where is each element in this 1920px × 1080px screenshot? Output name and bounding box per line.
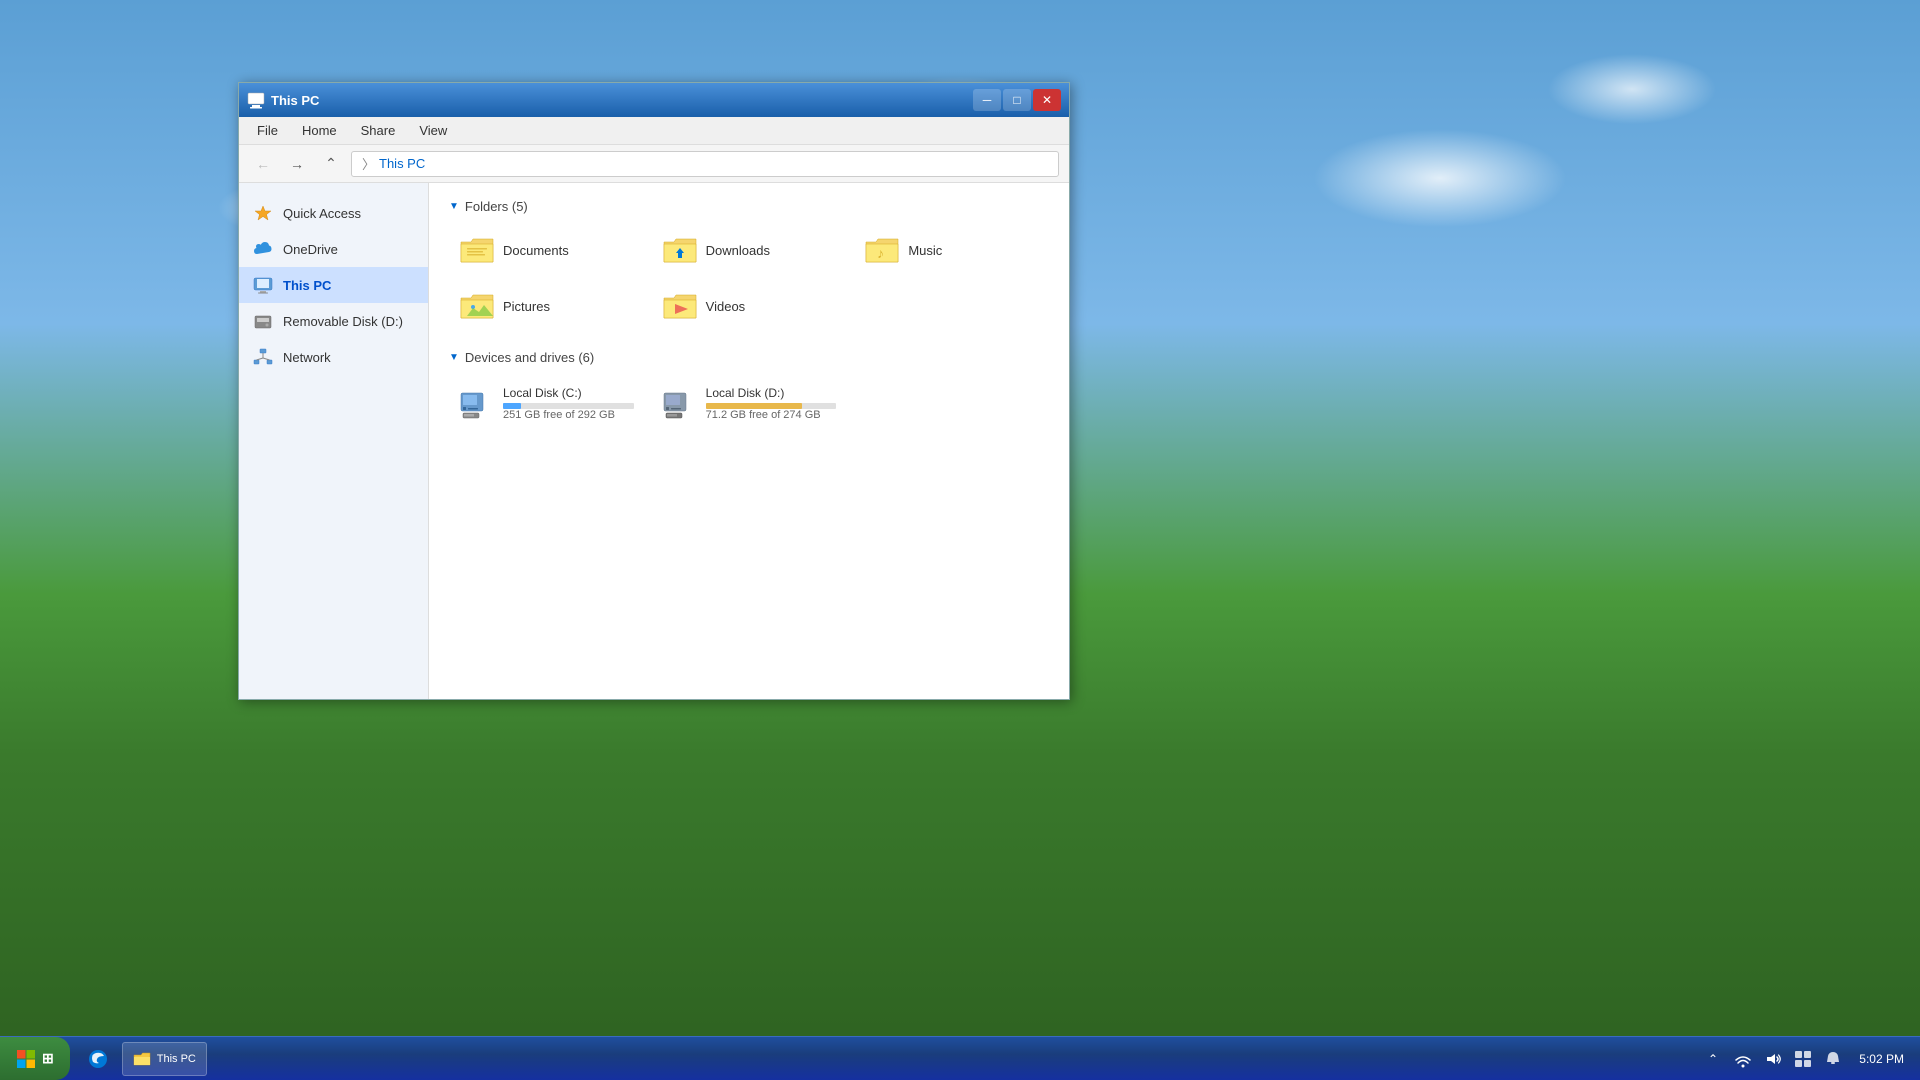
- taskbar-edge[interactable]: [78, 1042, 118, 1076]
- sidebar-item-network[interactable]: Network: [239, 339, 428, 375]
- cloud-icon: [253, 239, 273, 259]
- drive-c[interactable]: Local Disk (C:) 251 GB free of 292 GB: [449, 377, 644, 429]
- folder-pictures-label: Pictures: [503, 299, 550, 314]
- titlebar: This PC ─ □ ✕: [239, 83, 1069, 117]
- back-button[interactable]: ←: [249, 151, 277, 177]
- removable-drive-icon: [253, 311, 273, 331]
- sidebar-item-onedrive[interactable]: OneDrive: [239, 231, 428, 267]
- sidebar-item-quickaccess[interactable]: Quick Access: [239, 195, 428, 231]
- folder-videos[interactable]: Videos: [652, 282, 847, 330]
- desktop: This PC ─ □ ✕ File Home Share View ← → ⌃…: [0, 0, 1920, 1080]
- toolbar: ← → ⌃ 〉 This PC: [239, 145, 1069, 183]
- breadcrumb-thispc: This PC: [379, 156, 425, 171]
- sidebar-onedrive-label: OneDrive: [283, 242, 338, 257]
- drives-section-header: ▼ Devices and drives (6): [449, 350, 1049, 365]
- taskbar: ⊞ This PC ⌃: [0, 1036, 1920, 1080]
- folder-pictures[interactable]: Pictures: [449, 282, 644, 330]
- menubar: File Home Share View: [239, 117, 1069, 145]
- sidebar-removable-label: Removable Disk (D:): [283, 314, 403, 329]
- explorer-window: This PC ─ □ ✕ File Home Share View ← → ⌃…: [238, 82, 1070, 700]
- folders-collapse-arrow[interactable]: ▼: [449, 201, 459, 212]
- folder-downloads[interactable]: Downloads: [652, 226, 847, 274]
- start-button[interactable]: ⊞: [0, 1037, 70, 1080]
- breadcrumb-separator: 〉: [362, 154, 375, 173]
- folder-downloads-label: Downloads: [706, 243, 770, 258]
- drive-c-icon: [459, 385, 495, 421]
- drive-d[interactable]: Local Disk (D:) 71.2 GB free of 274 GB: [652, 377, 847, 429]
- monitor-icon: [253, 275, 273, 295]
- window-title: This PC: [271, 93, 967, 108]
- folders-grid: Documents Downloads: [449, 226, 1049, 330]
- taskbar-apps: This PC: [78, 1037, 1688, 1080]
- videos-folder-icon: [662, 290, 698, 322]
- drives-section-title: Devices and drives (6): [465, 350, 594, 365]
- sidebar-item-removable[interactable]: Removable Disk (D:): [239, 303, 428, 339]
- folder-videos-label: Videos: [706, 299, 746, 314]
- notification-icon[interactable]: [1824, 1050, 1842, 1068]
- window-controls: ─ □ ✕: [973, 89, 1061, 111]
- close-button[interactable]: ✕: [1033, 89, 1061, 111]
- main-content: ▼ Folders (5) Documents: [429, 183, 1069, 699]
- sidebar-item-thispc[interactable]: This PC: [239, 267, 428, 303]
- downloads-folder-icon: [662, 234, 698, 266]
- menu-share[interactable]: Share: [351, 120, 406, 141]
- taskbar-explorer[interactable]: This PC: [122, 1042, 207, 1076]
- sidebar-network-label: Network: [283, 350, 331, 365]
- folder-documents[interactable]: Documents: [449, 226, 644, 274]
- apps-grid-icon[interactable]: [1794, 1050, 1812, 1068]
- address-bar[interactable]: 〉 This PC: [351, 151, 1059, 177]
- documents-folder-icon: [459, 234, 495, 266]
- folders-section-header: ▼ Folders (5): [449, 199, 1049, 214]
- taskbar-tray: ⌃: [1688, 1050, 1920, 1068]
- up-button[interactable]: ⌃: [317, 151, 345, 177]
- sidebar: Quick Access OneDrive: [239, 183, 429, 699]
- window-body: Quick Access OneDrive: [239, 183, 1069, 699]
- menu-view[interactable]: View: [409, 120, 457, 141]
- drives-collapse-arrow[interactable]: ▼: [449, 352, 459, 363]
- minimize-button[interactable]: ─: [973, 89, 1001, 111]
- drive-c-size: 251 GB free of 292 GB: [503, 409, 634, 421]
- drive-d-icon: [662, 385, 698, 421]
- windows-logo-icon: [16, 1049, 36, 1069]
- pictures-folder-icon: [459, 290, 495, 322]
- folders-section-title: Folders (5): [465, 199, 528, 214]
- drive-c-name: Local Disk (C:): [503, 386, 634, 400]
- chevron-up-icon[interactable]: ⌃: [1704, 1050, 1722, 1068]
- maximize-button[interactable]: □: [1003, 89, 1031, 111]
- wifi-icon[interactable]: [1734, 1050, 1752, 1068]
- music-folder-icon: ♪: [864, 234, 900, 266]
- menu-home[interactable]: Home: [292, 120, 347, 141]
- drive-d-name: Local Disk (D:): [706, 386, 837, 400]
- drives-grid: Local Disk (C:) 251 GB free of 292 GB: [449, 377, 1049, 429]
- star-icon: [253, 203, 273, 223]
- window-icon: [247, 91, 265, 109]
- drive-d-info: Local Disk (D:) 71.2 GB free of 274 GB: [706, 386, 837, 421]
- folder-documents-label: Documents: [503, 243, 569, 258]
- drive-c-info: Local Disk (C:) 251 GB free of 292 GB: [503, 386, 634, 421]
- start-label: ⊞: [42, 1050, 54, 1067]
- folder-music[interactable]: ♪ Music: [854, 226, 1049, 274]
- drive-d-size: 71.2 GB free of 274 GB: [706, 409, 837, 421]
- sidebar-quickaccess-label: Quick Access: [283, 206, 361, 221]
- folder-music-label: Music: [908, 243, 942, 258]
- network-icon: [253, 347, 273, 367]
- clock: 5:02 PM: [1854, 1052, 1904, 1066]
- sidebar-thispc-label: This PC: [283, 278, 331, 293]
- forward-button[interactable]: →: [283, 151, 311, 177]
- volume-icon[interactable]: [1764, 1050, 1782, 1068]
- svg-text:♪: ♪: [877, 245, 884, 261]
- menu-file[interactable]: File: [247, 120, 288, 141]
